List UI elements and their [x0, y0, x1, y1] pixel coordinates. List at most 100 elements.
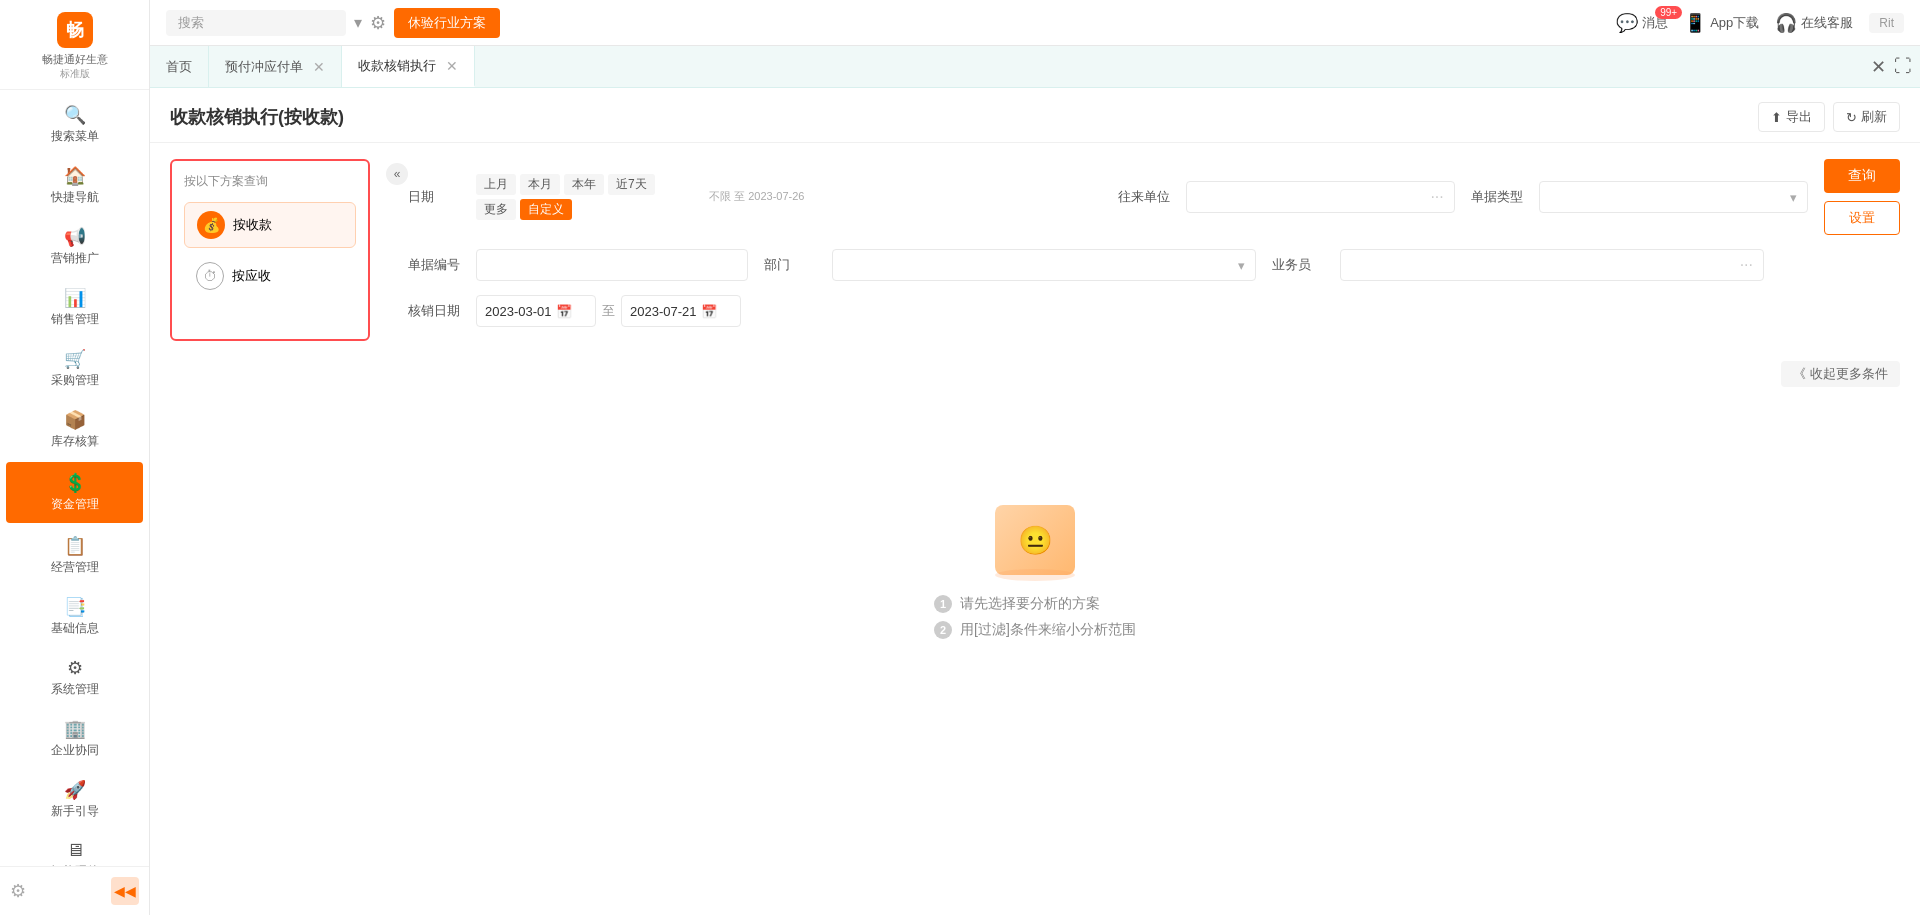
filter-field-date: 日期 上月 本月 本年 近7天 更多 自定义 — [408, 174, 689, 220]
sidebar-item-system[interactable]: ⚙ 系统管理 — [0, 647, 149, 708]
sidebar-item-label: 采购管理 — [51, 372, 99, 389]
sidebar-item-search-menu[interactable]: 🔍 搜索菜单 — [0, 94, 149, 155]
sidebar-item-label: 销售管理 — [51, 311, 99, 328]
staff-select-dots-icon: ··· — [1740, 256, 1753, 274]
verify-date-range: 2023-03-01 📅 至 2023-07-21 📅 — [476, 295, 828, 327]
topbar-dropdown-icon[interactable]: ▾ — [354, 13, 362, 32]
filter-field-doc-no: 单据编号 — [408, 249, 748, 281]
sidebar-item-inventory[interactable]: 📦 库存核算 — [0, 399, 149, 460]
empty-tips: 1 请先选择要分析的方案 2 用[过滤]条件来缩小分析范围 — [934, 595, 1136, 639]
doc-no-input[interactable] — [476, 249, 748, 281]
refresh-button[interactable]: ↻ 刷新 — [1833, 102, 1900, 132]
topbar-left: 搜索 ▾ ⚙ 休验行业方案 — [166, 8, 1604, 38]
sidebar-item-quick-nav[interactable]: 🏠 快捷导航 — [0, 155, 149, 216]
receipt-filter-icon: 💰 — [197, 211, 225, 239]
sidebar-item-marketing[interactable]: 📢 营销推广 — [0, 216, 149, 277]
sidebar-item-label: 基础信息 — [51, 620, 99, 637]
sidebar-item-guide[interactable]: 🚀 新手引导 — [0, 769, 149, 830]
sidebar-item-sales[interactable]: 📊 销售管理 — [0, 277, 149, 338]
doc-type-label: 单据类型 — [1471, 188, 1531, 206]
system-icon: ⚙ — [67, 657, 83, 679]
verify-end-value: 2023-07-21 — [630, 304, 697, 319]
tab-prepay-close-icon[interactable]: ✕ — [313, 60, 325, 74]
query-btn-col: 查询 设置 — [1824, 159, 1900, 235]
verify-date-end-input[interactable]: 2023-07-21 📅 — [621, 295, 741, 327]
staff-select[interactable]: ··· — [1340, 249, 1764, 281]
filter-collapse-arrow[interactable]: « — [386, 163, 408, 185]
verify-date-start-input[interactable]: 2023-03-01 📅 — [476, 295, 596, 327]
industry-plan-button[interactable]: 休验行业方案 — [394, 8, 500, 38]
query-button[interactable]: 查询 — [1824, 159, 1900, 193]
date-pill-7days[interactable]: 近7天 — [608, 174, 655, 195]
settings-icon[interactable]: ⚙ — [10, 880, 26, 902]
sidebar-item-finance[interactable]: 💲 资金管理 — [6, 462, 143, 523]
sidebar-item-label: 营销推广 — [51, 250, 99, 267]
message-button[interactable]: 💬 消息 99+ — [1616, 12, 1668, 34]
refresh-icon: ↻ — [1846, 110, 1857, 125]
empty-tip-2-text: 用[过滤]条件来缩小分析范围 — [960, 621, 1136, 639]
more-conditions-row: 《 收起更多条件 — [150, 357, 1920, 395]
page-header: 收款核销执行(按收款) ⬆ 导出 ↻ 刷新 — [150, 88, 1920, 143]
date-pill-this-month[interactable]: 本月 — [520, 174, 560, 195]
empty-shadow-graphic — [995, 569, 1075, 581]
tab-close-window-button[interactable]: ✕ — [1871, 56, 1886, 78]
filter-sidebar-panel: 按以下方案查询 💰 按收款 ⏱ 按应收 — [170, 159, 370, 341]
messages-count-badge: 99+ — [1655, 6, 1682, 19]
doc-no-label: 单据编号 — [408, 256, 468, 274]
sidebar-item-base-info[interactable]: 📑 基础信息 — [0, 586, 149, 647]
tab-prepay[interactable]: 预付冲应付单 ✕ — [209, 46, 342, 87]
base-info-icon: 📑 — [64, 596, 86, 618]
topbar-search-box[interactable]: 搜索 — [166, 10, 346, 36]
export-button[interactable]: ⬆ 导出 — [1758, 102, 1825, 132]
app-download-link[interactable]: 📱 App下载 — [1684, 12, 1759, 34]
tab-bar: 首页 预付冲应付单 ✕ 收款核销执行 ✕ ✕ ⛶ — [150, 46, 1920, 88]
date-separator: 至 — [602, 302, 615, 320]
sidebar-item-hardware[interactable]: 🖥 智能硬件 — [0, 830, 149, 866]
partner-select[interactable]: ··· — [1186, 181, 1455, 213]
date-pill-more[interactable]: 更多 — [476, 199, 516, 220]
sidebar-item-label: 快捷导航 — [51, 189, 99, 206]
page-title: 收款核销执行(按收款) — [170, 105, 344, 129]
filter-option-by-receipt[interactable]: 💰 按收款 — [184, 202, 356, 248]
date-pill-custom[interactable]: 自定义 — [520, 199, 572, 220]
sidebar-item-label: 新手引导 — [51, 803, 99, 820]
tab-receipt-verify[interactable]: 收款核销执行 ✕ — [342, 46, 475, 87]
app-logo-icon: 畅 — [57, 12, 93, 48]
empty-tip-1: 1 请先选择要分析的方案 — [934, 595, 1136, 613]
tab-receipt-verify-close-icon[interactable]: ✕ — [446, 59, 458, 73]
filter-field-verify-date: 核销日期 2023-03-01 📅 至 2023-07-21 📅 — [408, 295, 828, 327]
quick-nav-icon: 🏠 — [64, 165, 86, 187]
partner-select-dots-icon: ··· — [1430, 188, 1443, 206]
settings-button[interactable]: 设置 — [1824, 201, 1900, 235]
sidebar-item-ops[interactable]: 📋 经营管理 — [0, 525, 149, 586]
date-label: 日期 — [408, 188, 468, 206]
date-pill-this-year[interactable]: 本年 — [564, 174, 604, 195]
filter-field-partner: 往来单位 ··· — [1118, 181, 1455, 213]
service-icon: 🎧 — [1775, 12, 1797, 34]
empty-face-icon: 😐 — [1018, 524, 1053, 557]
filter-option-by-receivable[interactable]: ⏱ 按应收 — [184, 254, 356, 298]
topbar-settings-icon[interactable]: ⚙ — [370, 12, 386, 34]
tab-home-label: 首页 — [166, 58, 192, 76]
collapse-more-conditions-button[interactable]: 《 收起更多条件 — [1781, 361, 1900, 387]
online-service-link[interactable]: 🎧 在线客服 — [1775, 12, 1853, 34]
doc-type-select[interactable]: ▾ — [1539, 181, 1808, 213]
sidebar-item-purchase[interactable]: 🛒 采购管理 — [0, 338, 149, 399]
verify-start-value: 2023-03-01 — [485, 304, 552, 319]
tab-actions: ✕ ⛶ — [1863, 46, 1920, 87]
filter-row-3: 核销日期 2023-03-01 📅 至 2023-07-21 📅 — [408, 295, 1900, 327]
empty-tip-2: 2 用[过滤]条件来缩小分析范围 — [934, 621, 1136, 639]
page-actions: ⬆ 导出 ↻ 刷新 — [1758, 102, 1900, 132]
date-pill-last-month[interactable]: 上月 — [476, 174, 516, 195]
filter-option-by-receivable-label: 按应收 — [232, 267, 271, 285]
filter-field-staff: 业务员 ··· — [1272, 249, 1764, 281]
sidebar-item-enterprise[interactable]: 🏢 企业协同 — [0, 708, 149, 769]
filter-option-by-receipt-label: 按收款 — [233, 216, 272, 234]
tab-maximize-button[interactable]: ⛶ — [1894, 56, 1912, 77]
export-icon: ⬆ — [1771, 110, 1782, 125]
user-area[interactable]: Rit — [1869, 13, 1904, 33]
dept-select[interactable]: ▾ — [832, 249, 1256, 281]
sidebar-collapse-button[interactable]: ◀◀ — [111, 877, 139, 905]
tab-receipt-verify-label: 收款核销执行 — [358, 57, 436, 75]
tab-home[interactable]: 首页 — [150, 46, 209, 87]
